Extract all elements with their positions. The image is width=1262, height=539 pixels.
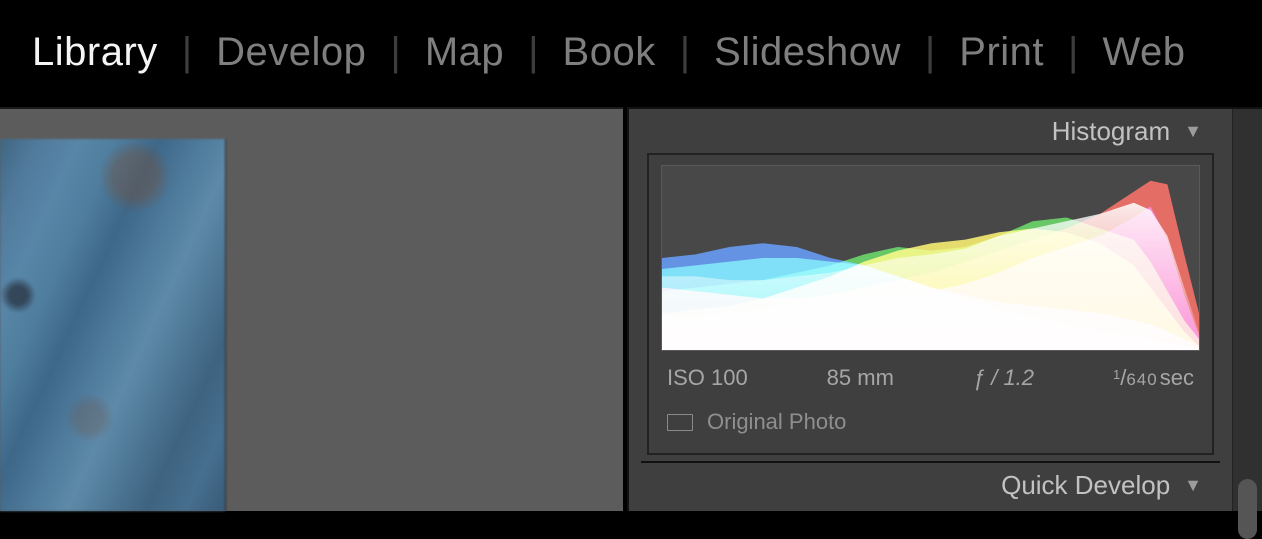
divider: | <box>907 30 953 75</box>
module-picker: Library| Develop| Map| Book| Slideshow| … <box>0 0 1262 105</box>
module-web[interactable]: Web <box>1096 30 1191 75</box>
exif-focal: 85 mm <box>827 365 894 391</box>
panel-header-histogram[interactable]: Histogram ▼ <box>629 109 1232 153</box>
exif-iso: ISO 100 <box>667 365 748 391</box>
panel-header-quick-develop[interactable]: Quick Develop ▼ <box>629 463 1232 507</box>
triangle-down-icon: ▼ <box>1184 121 1202 142</box>
module-library[interactable]: Library <box>26 30 164 75</box>
module-slideshow[interactable]: Slideshow <box>708 30 907 75</box>
exif-aperture: ƒ / 1.2 <box>973 365 1034 391</box>
triangle-down-icon: ▼ <box>1184 475 1202 496</box>
divider: | <box>372 30 418 75</box>
checkbox-icon[interactable] <box>667 414 693 431</box>
panel-title: Quick Develop <box>1001 470 1170 501</box>
image-thumbnail[interactable] <box>0 139 226 511</box>
module-map[interactable]: Map <box>419 30 510 75</box>
shutter-denominator: 640 <box>1126 370 1157 389</box>
module-develop[interactable]: Develop <box>210 30 372 75</box>
scrollbar-thumb[interactable] <box>1238 479 1257 539</box>
exif-readout: ISO 100 85 mm ƒ / 1.2 1/640sec <box>661 365 1200 391</box>
original-photo-label: Original Photo <box>707 409 846 435</box>
module-print[interactable]: Print <box>953 30 1050 75</box>
divider: | <box>510 30 556 75</box>
panel-scrollbar[interactable] <box>1232 109 1262 511</box>
original-photo-row[interactable]: Original Photo <box>661 409 1200 439</box>
divider: | <box>164 30 210 75</box>
module-book[interactable]: Book <box>557 30 662 75</box>
workspace: Histogram ▼ ISO 100 85 mm ƒ / 1.2 1/640s… <box>0 105 1262 511</box>
divider: | <box>1050 30 1096 75</box>
shutter-unit: sec <box>1160 365 1194 390</box>
exif-shutter: 1/640sec <box>1113 365 1194 391</box>
image-preview-area <box>0 107 623 511</box>
histogram-panel: ISO 100 85 mm ƒ / 1.2 1/640sec Original … <box>647 153 1214 455</box>
histogram-plot[interactable] <box>661 165 1200 351</box>
shutter-numerator: 1 <box>1113 367 1120 382</box>
right-panel-group: Histogram ▼ ISO 100 85 mm ƒ / 1.2 1/640s… <box>627 107 1262 511</box>
panel-title: Histogram <box>1052 116 1170 147</box>
divider: | <box>662 30 708 75</box>
